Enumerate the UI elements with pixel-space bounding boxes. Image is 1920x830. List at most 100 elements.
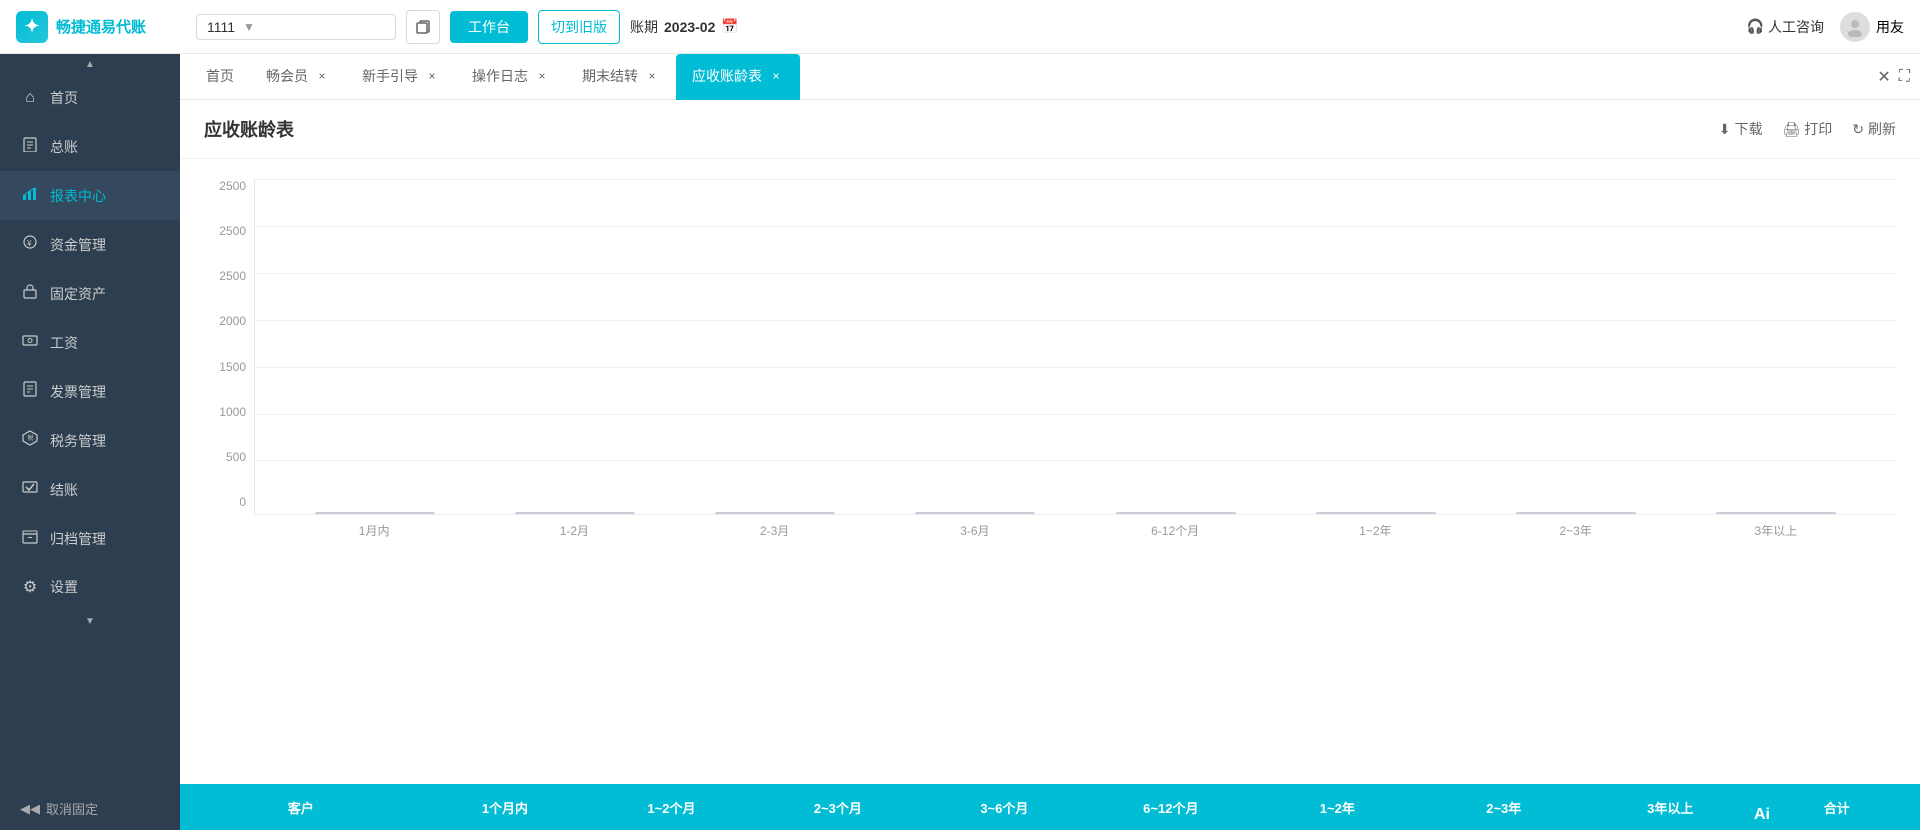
period-value: 2023-02: [664, 19, 715, 35]
print-label: 打印: [1804, 119, 1832, 139]
tab-guide-close[interactable]: ×: [424, 68, 440, 84]
sidebar-item-salary[interactable]: 工资: [0, 318, 180, 367]
sidebar-label-home: 首页: [50, 88, 160, 108]
sidebar-item-assets[interactable]: 固定资产: [0, 269, 180, 318]
workbench-button[interactable]: 工作台: [450, 11, 528, 43]
print-icon: 🖨: [1782, 121, 1800, 138]
sidebar-item-invoice[interactable]: 发票管理: [0, 367, 180, 416]
tab-oplog[interactable]: 操作日志 ×: [456, 54, 566, 100]
home-icon: ⌂: [20, 89, 40, 107]
sidebar-label-checkout: 结账: [50, 480, 160, 500]
header-right: 🎧 人工咨询 用友: [1747, 12, 1904, 42]
sidebar-item-archive[interactable]: 归档管理: [0, 514, 180, 563]
tab-home[interactable]: 首页: [190, 54, 250, 100]
download-button[interactable]: ⬇ 下载: [1719, 119, 1763, 139]
invoice-icon: [20, 381, 40, 402]
sidebar-item-ledger[interactable]: 总账: [0, 122, 180, 171]
sidebar-label-ledger: 总账: [50, 137, 160, 157]
bar-6-12month: [1116, 512, 1236, 514]
cancel-label: 取消固定: [46, 799, 98, 818]
chart-area: 2500 2500 2500 2000 1500 1000 500 0: [180, 159, 1920, 784]
sidebar-label-invoice: 发票管理: [50, 382, 160, 402]
chart-body: 1月内 1-2月 2-3月 3-6月 6-12个月 1~2年 2~3年 3年以上: [254, 179, 1896, 539]
grid-line-bottom: [255, 514, 1896, 515]
bar-group-4: [875, 512, 1075, 514]
x-label-1: 1月内: [274, 522, 474, 539]
calendar-icon[interactable]: 📅: [721, 18, 738, 35]
tab-member-close[interactable]: ×: [314, 68, 330, 84]
sidebar-label-archive: 归档管理: [50, 529, 160, 549]
copy-button[interactable]: [406, 10, 440, 44]
tab-period-end[interactable]: 期末结转 ×: [566, 54, 676, 100]
sidebar-item-tax[interactable]: 税 税务管理: [0, 416, 180, 465]
x-label-7: 2~3年: [1476, 522, 1676, 539]
sidebar-item-home[interactable]: ⌂ 首页: [0, 74, 180, 122]
bar-group-8: [1676, 512, 1876, 514]
x-label-3: 2-3月: [675, 522, 875, 539]
sidebar-label-reports: 报表中心: [50, 186, 160, 206]
bar-group-7: [1476, 512, 1676, 514]
funds-icon: ¥: [20, 234, 40, 255]
page-actions: ⬇ 下载 🖨 打印 ↻ 刷新: [1719, 119, 1896, 139]
close-window-button[interactable]: ✕: [1877, 67, 1890, 87]
x-label-8: 3年以上: [1676, 522, 1876, 539]
sidebar-label-funds: 资金管理: [50, 235, 160, 255]
bar-group-6: [1276, 512, 1476, 514]
salary-icon: [20, 332, 40, 353]
bar-3-6month: [915, 512, 1035, 514]
refresh-icon: ↻: [1852, 121, 1864, 138]
bar-group-1: [275, 512, 475, 514]
bar-2-3year: [1516, 512, 1636, 514]
col-header-3-6month: 3~6个月: [921, 798, 1087, 817]
assets-icon: [20, 283, 40, 304]
tab-period-end-label: 期末结转: [582, 66, 638, 86]
sidebar-label-tax: 税务管理: [50, 431, 160, 451]
tab-aging[interactable]: 应收账龄表 ×: [676, 54, 800, 100]
sidebar-item-reports[interactable]: 报表中心: [0, 171, 180, 220]
logo-area: ✦ 畅捷通易代账: [16, 11, 196, 43]
service-button[interactable]: 🎧 人工咨询: [1747, 17, 1824, 37]
switch-version-button[interactable]: 切到旧版: [538, 10, 620, 44]
table-column-headers: 客户 1个月内 1~2个月 2~3个月 3~6个月 6~12个月 1~2年 2~…: [180, 784, 1920, 830]
tab-aging-label: 应收账龄表: [692, 66, 762, 86]
svg-text:税: 税: [28, 434, 34, 442]
company-select[interactable]: 1111 ▼: [196, 14, 396, 40]
col-header-customer: 客户: [180, 798, 422, 817]
sidebar-scroll-up[interactable]: ▲: [0, 54, 180, 74]
content-area: 首页 畅会员 × 新手引导 × 操作日志 × 期末结转 × 应收账龄表 ×: [180, 54, 1920, 830]
user-area[interactable]: 用友: [1840, 12, 1904, 42]
col-header-6-12month: 6~12个月: [1088, 798, 1254, 817]
col-header-1month: 1个月内: [422, 798, 588, 817]
header-center: 1111 ▼ 工作台 切到旧版 账期 2023-02 📅: [196, 10, 1747, 44]
cancel-fixed-button[interactable]: ◀◀ 取消固定: [0, 787, 180, 830]
tab-member[interactable]: 畅会员 ×: [250, 54, 346, 100]
user-name: 用友: [1876, 17, 1904, 37]
archive-icon: [20, 528, 40, 549]
x-axis: 1月内 1-2月 2-3月 3-6月 6-12个月 1~2年 2~3年 3年以上: [254, 514, 1896, 539]
tabs-right-actions: ✕ ⛶: [1877, 67, 1910, 87]
maximize-window-button[interactable]: ⛶: [1899, 68, 1910, 86]
chart-grid: [254, 179, 1896, 514]
tab-aging-close[interactable]: ×: [768, 68, 784, 84]
bar-group-3: [675, 512, 875, 514]
company-name: 1111: [207, 19, 235, 35]
tab-guide[interactable]: 新手引导 ×: [346, 54, 456, 100]
y-label-0: 0: [239, 495, 246, 509]
y-label-1000: 1000: [219, 405, 246, 419]
sidebar-scroll-down[interactable]: ▼: [0, 611, 180, 631]
bar-1-2year: [1316, 512, 1436, 514]
headset-icon: 🎧: [1747, 18, 1764, 35]
sidebar-item-funds[interactable]: ¥ 资金管理: [0, 220, 180, 269]
sidebar-item-settings[interactable]: ⚙ 设置: [0, 563, 180, 611]
tab-period-end-close[interactable]: ×: [644, 68, 660, 84]
y-label-500: 500: [226, 450, 246, 464]
bar-group-2: [475, 512, 675, 514]
ai-badge[interactable]: Ai: [1734, 800, 1790, 830]
refresh-button[interactable]: ↻ 刷新: [1852, 119, 1896, 139]
tab-oplog-close[interactable]: ×: [534, 68, 550, 84]
print-button[interactable]: 🖨 打印: [1782, 119, 1832, 139]
period-label: 账期: [630, 17, 658, 37]
top-header: ✦ 畅捷通易代账 1111 ▼ 工作台 切到旧版 账期 2023-02 📅 🎧 …: [0, 0, 1920, 54]
y-label-2500c: 2500: [219, 269, 246, 283]
sidebar-item-checkout[interactable]: 结账: [0, 465, 180, 514]
